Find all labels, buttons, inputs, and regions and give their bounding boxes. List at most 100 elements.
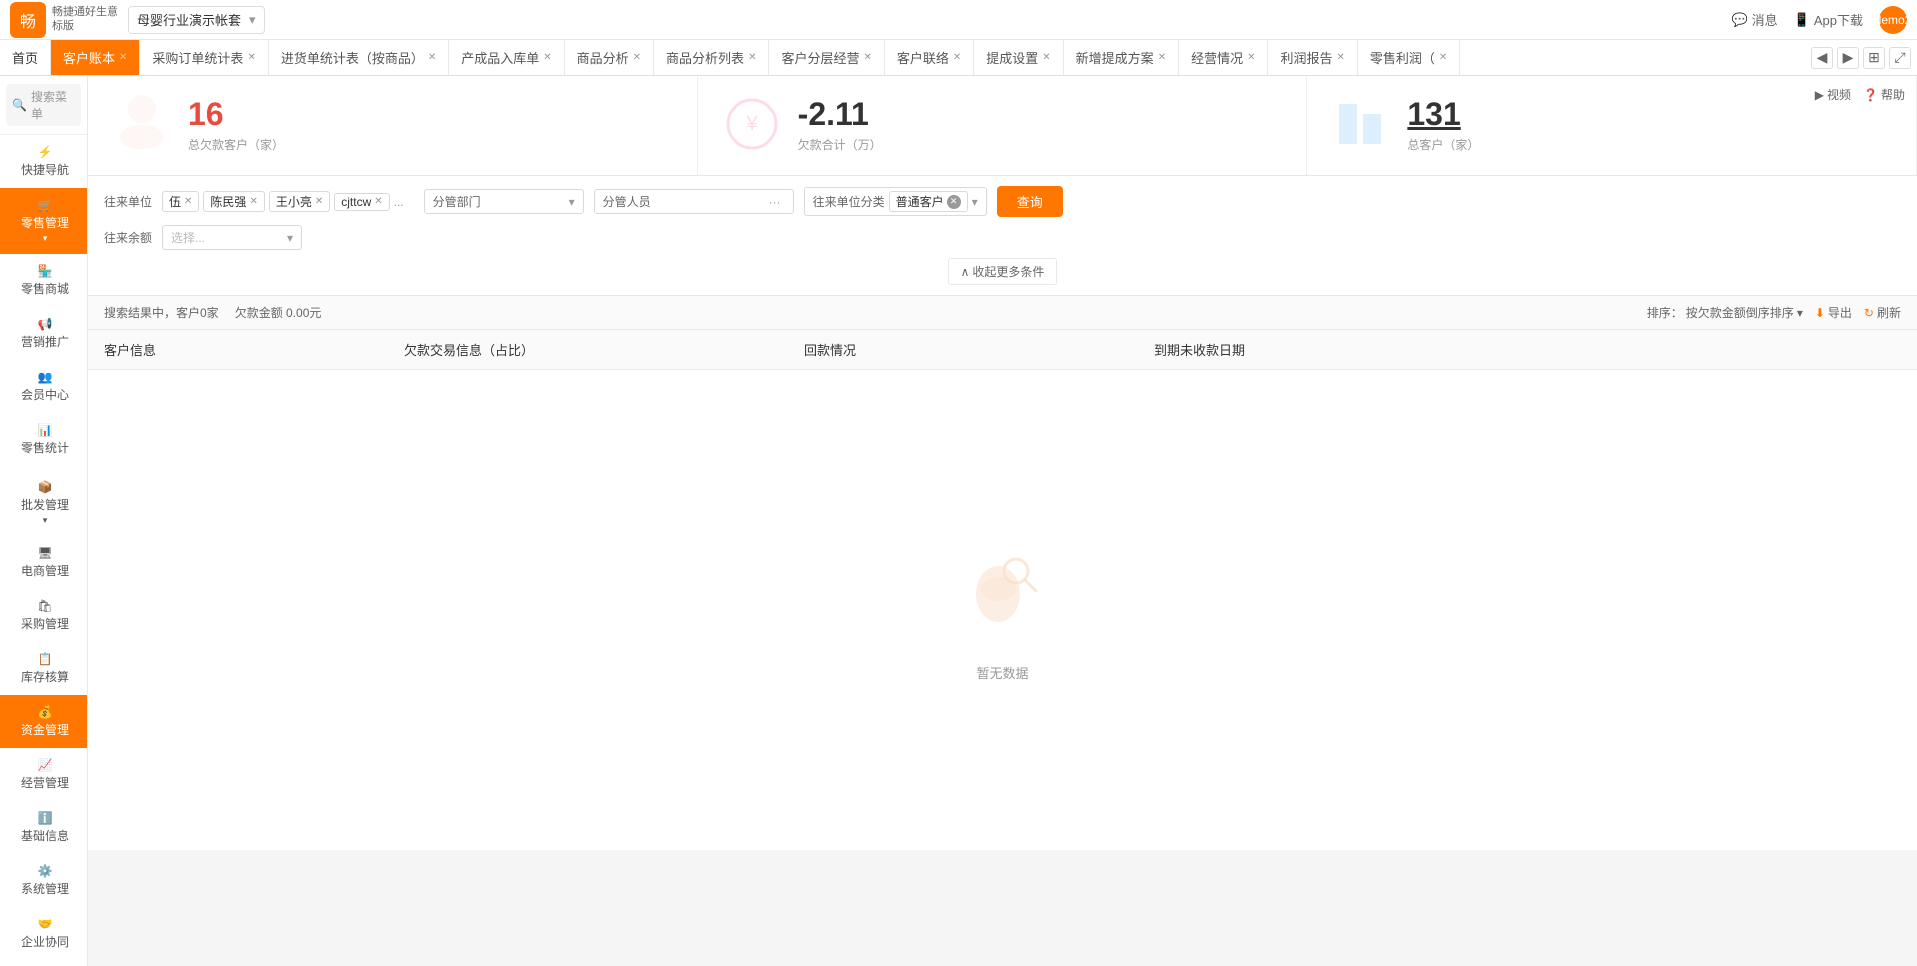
- search-menu-button[interactable]: 🔍 搜索菜单: [6, 84, 81, 126]
- balance-label: 往来余额: [104, 229, 152, 246]
- filter-tag-cjttcw[interactable]: cjttcw ✕: [334, 193, 389, 211]
- export-button[interactable]: ⬇ 导出: [1815, 304, 1852, 321]
- video-link[interactable]: ▶ 视频: [1815, 86, 1851, 103]
- col-customer-info: 客户信息: [104, 340, 404, 359]
- shopping-icon: 🛍: [37, 599, 52, 613]
- sidebar-item-operations[interactable]: 📈 经营管理: [0, 748, 87, 801]
- org-selector[interactable]: 母婴行业演示帐套 ▾: [128, 6, 265, 34]
- debt-amount-text: 欠款金额 0.00元: [235, 304, 322, 321]
- sidebar-item-marketing[interactable]: 📢 营销推广: [0, 307, 87, 360]
- close-icon[interactable]: ✕: [119, 52, 127, 63]
- tab-customer-tier[interactable]: 客户分层经营 ✕: [769, 40, 884, 76]
- col-debt-info: 欠款交易信息（占比）: [404, 340, 804, 359]
- filter-tag-wang[interactable]: 王小亮 ✕: [269, 191, 330, 212]
- stats-bar: 16 总欠款客户（家） ¥ -2.11 欠款合计（万）: [88, 76, 1917, 176]
- tab-customer-book[interactable]: 客户账本 ✕: [51, 40, 140, 76]
- stat-icon-debt: ¥: [722, 94, 782, 157]
- app-download-button[interactable]: 📱 App下载: [1794, 10, 1863, 29]
- tab-customer-contact[interactable]: 客户联络 ✕: [885, 40, 974, 76]
- tab-home[interactable]: 首页: [0, 40, 51, 76]
- filter-tags-unit: 伍 ✕ 陈民强 ✕ 王小亮 ✕ cjttcw ✕: [162, 191, 404, 212]
- play-icon: ▶: [1815, 88, 1824, 102]
- sidebar-item-purchase[interactable]: 🛍 采购管理: [0, 589, 87, 642]
- nav-tabs: 首页 客户账本 ✕ 采购订单统计表 ✕ 进货单统计表（按商品） ✕ 产成品入库单…: [0, 40, 1917, 76]
- tab-product-inbound[interactable]: 产成品入库单 ✕: [449, 40, 564, 76]
- empty-text: 暂无数据: [976, 663, 1028, 682]
- tab-fullscreen-button[interactable]: ⤢: [1889, 47, 1911, 69]
- sidebar-item-retail-stats[interactable]: 📊 零售统计: [0, 413, 87, 466]
- sidebar-item-batch-mgmt[interactable]: 📦 批发管理 ▾: [0, 470, 87, 536]
- tab-new-reminder-plan[interactable]: 新增提成方案 ✕: [1064, 40, 1179, 76]
- logo-text: 畅捷通好生意 标版: [52, 6, 118, 32]
- tab-prev-button[interactable]: ◀: [1811, 47, 1833, 69]
- close-icon[interactable]: ✕: [953, 52, 961, 63]
- balance-select[interactable]: 选择... ▾: [162, 225, 302, 250]
- chevron-down-icon: ▾: [569, 195, 575, 209]
- unit-class-select[interactable]: 往来单位分类 普通客户 ✕ ▾: [804, 187, 987, 216]
- close-icon[interactable]: ✕: [374, 196, 382, 207]
- tab-next-button[interactable]: ▶: [1837, 47, 1859, 69]
- close-icon[interactable]: ✕: [315, 196, 323, 207]
- stat-total-debt-amount: ¥ -2.11 欠款合计（万）: [698, 76, 1308, 175]
- sidebar-item-ecommerce[interactable]: 🖥 电商管理: [0, 536, 87, 589]
- help-link[interactable]: ❓ 帮助: [1863, 86, 1905, 103]
- filter-tag-wu[interactable]: 伍 ✕: [162, 191, 199, 212]
- tab-retail-profit[interactable]: 零售利润（ ✕: [1358, 40, 1460, 76]
- close-icon[interactable]: ✕: [1439, 52, 1447, 63]
- marketing-icon: 📢: [38, 317, 53, 331]
- sort-select[interactable]: 排序： 按欠款金额倒序排序 ▾: [1647, 304, 1803, 321]
- tab-profit-report[interactable]: 利润报告 ✕: [1268, 40, 1357, 76]
- filter-tag-chen[interactable]: 陈民强 ✕: [203, 191, 264, 212]
- close-icon[interactable]: ✕: [748, 52, 756, 63]
- cart-icon: 🛒: [38, 198, 53, 212]
- sidebar-item-retail-mgmt[interactable]: 🛒 零售管理 ▾: [0, 188, 87, 254]
- close-icon[interactable]: ✕: [1247, 52, 1255, 63]
- tab-purchase-order-stats[interactable]: 采购订单统计表 ✕: [140, 40, 268, 76]
- avatar[interactable]: demo2: [1879, 6, 1907, 34]
- tab-inbound-stats[interactable]: 进货单统计表（按商品） ✕: [269, 40, 449, 76]
- content-area: 16 总欠款客户（家） ¥ -2.11 欠款合计（万）: [88, 76, 1917, 966]
- dept-select[interactable]: 分管部门 ▾: [424, 189, 584, 214]
- refresh-button[interactable]: ↻ 刷新: [1864, 304, 1901, 321]
- empty-illustration: [958, 539, 1048, 643]
- close-icon[interactable]: ✕: [1158, 52, 1166, 63]
- close-icon[interactable]: ✕: [863, 52, 871, 63]
- remove-unit-class-button[interactable]: ✕: [947, 195, 961, 209]
- close-icon[interactable]: ✕: [249, 196, 257, 207]
- sidebar-item-inventory[interactable]: 📋 库存核算: [0, 642, 87, 695]
- close-icon[interactable]: ✕: [543, 52, 551, 63]
- close-icon[interactable]: ✕: [428, 52, 436, 63]
- sidebar-item-base-info[interactable]: ℹ️ 基础信息: [0, 801, 87, 854]
- stat-label-total-customers: 总客户（家）: [1407, 136, 1479, 153]
- close-icon[interactable]: ✕: [633, 52, 641, 63]
- sidebar-item-new-guide[interactable]: 🎯 新手引导: [0, 960, 87, 966]
- sidebar-item-quick-nav[interactable]: ⚡ 快捷导航: [0, 135, 87, 188]
- sidebar-item-member-center[interactable]: 👥 会员中心: [0, 360, 87, 413]
- tab-expand-button[interactable]: ⊞: [1863, 47, 1885, 69]
- message-button[interactable]: 💬 消息: [1731, 10, 1777, 29]
- close-icon[interactable]: ✕: [247, 52, 255, 63]
- close-icon[interactable]: ✕: [184, 196, 192, 207]
- filter-more-button[interactable]: ...: [394, 195, 404, 209]
- tab-product-analysis-list[interactable]: 商品分析列表 ✕: [654, 40, 769, 76]
- sidebar-item-retail-mall[interactable]: 🏪 零售商城: [0, 254, 87, 307]
- person-select[interactable]: 分管人员 ···: [594, 189, 794, 214]
- tab-product-analysis[interactable]: 商品分析 ✕: [565, 40, 654, 76]
- chevron-down-icon: ▾: [43, 233, 48, 244]
- more-options-icon[interactable]: ···: [765, 195, 785, 209]
- close-icon[interactable]: ✕: [1042, 52, 1050, 63]
- sidebar-item-enterprise-collab[interactable]: 🤝 企业协同: [0, 907, 87, 960]
- sidebar-item-finance[interactable]: 💰 资金管理: [0, 695, 87, 748]
- chevron-down-icon: ▾: [287, 231, 293, 245]
- tab-reminder-settings[interactable]: 提成设置 ✕: [974, 40, 1063, 76]
- unit-class-label: 往来单位分类: [813, 193, 885, 210]
- main-layout: 🔍 搜索菜单 ⚡ 快捷导航 🛒 零售管理 ▾ 🏪 零售商城 📢 营销推广 👥 会…: [0, 76, 1917, 966]
- collapse-button[interactable]: ∧ 收起更多条件: [948, 258, 1058, 285]
- tab-operation-status[interactable]: 经营情况 ✕: [1179, 40, 1268, 76]
- tab-controls: ◀ ▶ ⊞ ⤢: [1805, 47, 1917, 69]
- unit-label: 往来单位: [104, 193, 152, 210]
- sidebar-item-sys-mgmt[interactable]: ⚙️ 系统管理: [0, 854, 87, 907]
- close-icon[interactable]: ✕: [1337, 52, 1345, 63]
- chevron-down-icon: ▾: [249, 12, 256, 28]
- query-button[interactable]: 查询: [997, 186, 1063, 217]
